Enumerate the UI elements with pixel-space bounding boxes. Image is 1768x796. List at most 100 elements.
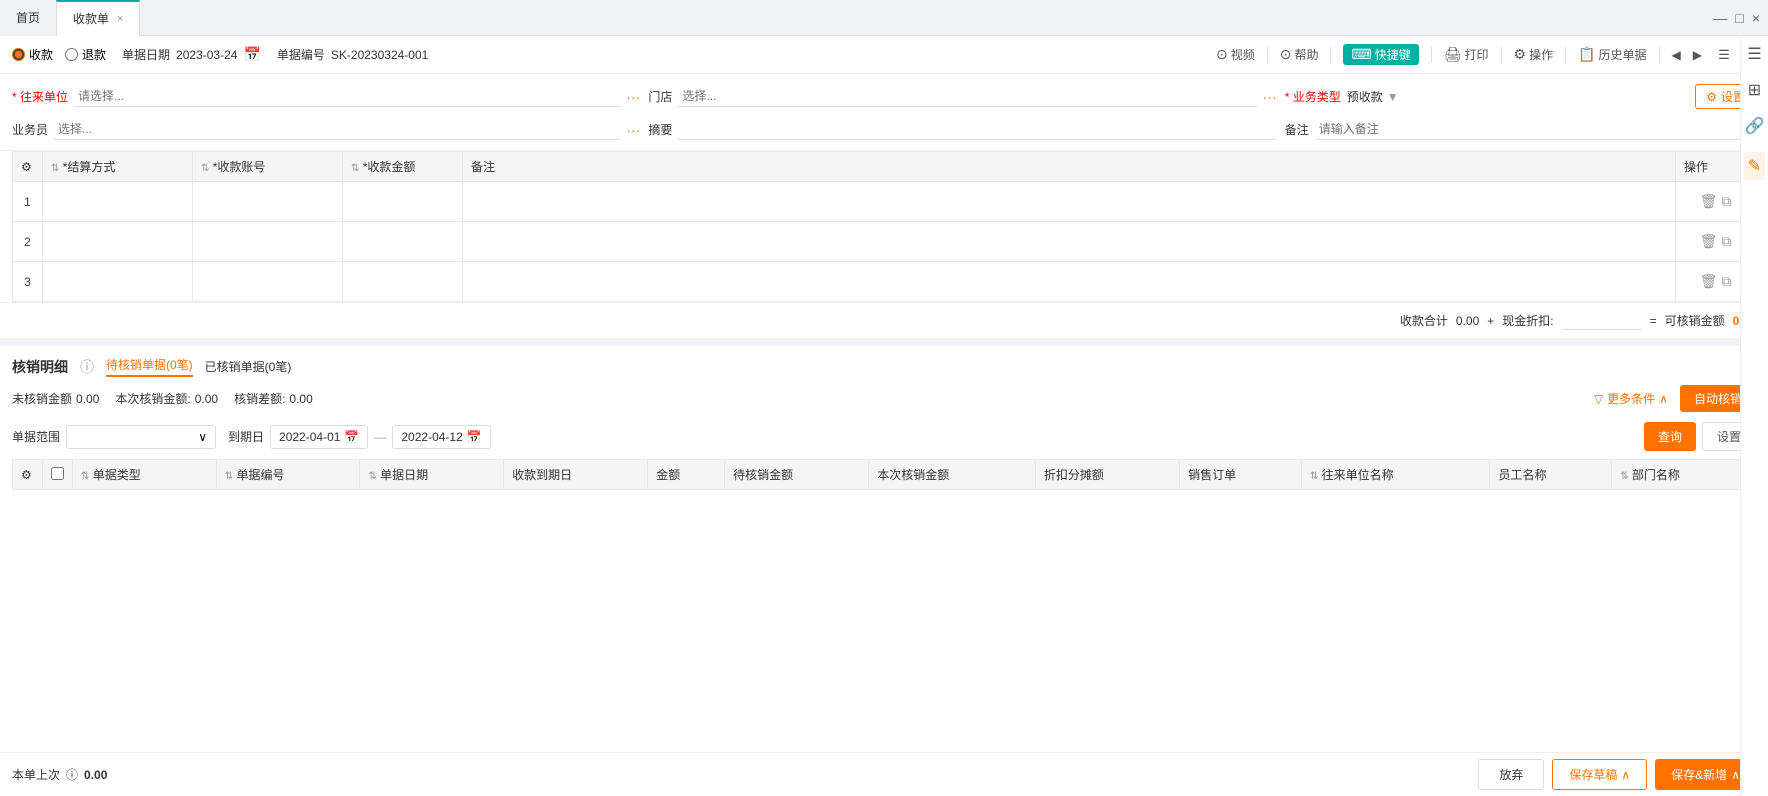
counterpart-label: * 往来单位 <box>12 88 68 105</box>
row-num-2: 2 <box>13 222 43 262</box>
right-panel-icon-3[interactable]: 🔗 <box>1745 116 1765 136</box>
right-panel-icon-2[interactable]: ⊞ <box>1748 80 1761 100</box>
next-doc-btn[interactable]: ▶ <box>1693 48 1702 62</box>
row-2-delete-icon[interactable]: 🗑 <box>1700 233 1718 250</box>
col-settings-header[interactable]: ⚙ <box>13 152 43 182</box>
row-1-delete-icon[interactable]: 🗑 <box>1700 193 1718 210</box>
history-btn[interactable]: 📋 历史单据 <box>1578 46 1646 63</box>
section-divider <box>0 338 1768 346</box>
right-panel-icon-1[interactable]: ☰ <box>1747 44 1761 64</box>
col-this-cancel-amount: 本次核销金额 <box>869 460 1036 490</box>
doc-date-value: 2023-03-24 <box>176 48 237 62</box>
prev-doc-icon: ◀ <box>1672 48 1681 62</box>
row-num-3: 3 <box>13 262 43 302</box>
biz-type-val: 预收款 <box>1347 88 1383 105</box>
uncanceled-label: 未核销金额 <box>12 390 72 407</box>
hexiao-table: ⚙ ⇅ 单据类型 ⇅ 单据编号 ⇅ 单据日期 <box>12 459 1756 490</box>
table-settings-icon[interactable]: ⚙ <box>21 160 32 174</box>
win-minimize-icon[interactable]: — <box>1713 10 1727 26</box>
col-due-date: 收款到期日 <box>504 460 648 490</box>
abstract-input[interactable] <box>678 119 1276 140</box>
calendar-from-icon: 📅 <box>344 430 359 444</box>
col-checkbox-header[interactable] <box>43 460 73 490</box>
row-2-account[interactable] <box>193 222 343 262</box>
col-settings-header-2[interactable]: ⚙ <box>13 460 43 490</box>
row-3-amount[interactable] <box>343 262 463 302</box>
range-select[interactable]: ∨ <box>66 425 216 449</box>
tab-bar: 首页 收款单 × — □ × <box>0 0 1768 36</box>
row-1-copy-icon[interactable]: ⧉ <box>1721 193 1731 210</box>
row-2-amount[interactable] <box>343 222 463 262</box>
col-doc-date: ⇅ 单据日期 <box>360 460 504 490</box>
help-btn[interactable]: ⊙ 帮助 <box>1280 46 1319 63</box>
gear-icon: ⚙ <box>1706 90 1717 104</box>
pending-tab[interactable]: 待核销单据(0笔) <box>106 356 193 377</box>
row-1-account[interactable] <box>193 182 343 222</box>
print-label: 打印 <box>1464 46 1488 63</box>
calendar-icon[interactable]: 📅 <box>243 46 260 63</box>
date-to-val: 2022-04-12 <box>401 430 462 444</box>
date-from-picker[interactable]: 2022-04-01 📅 <box>270 425 368 449</box>
row-1-amount[interactable] <box>343 182 463 222</box>
row-3-payment[interactable] <box>43 262 193 302</box>
row-3-delete-icon[interactable]: 🗑 <box>1700 273 1718 290</box>
refund-label: 退款 <box>82 46 106 63</box>
store-input[interactable] <box>678 86 1256 107</box>
uncanceled-val: 0.00 <box>76 392 99 406</box>
save-draft-button[interactable]: 保存草稿 ∧ <box>1552 759 1647 790</box>
row-2-copy-icon[interactable]: ⧉ <box>1721 233 1731 250</box>
query-button[interactable]: 查询 <box>1644 422 1696 451</box>
receipt-radio[interactable]: 收款 <box>12 46 53 63</box>
footer-prev-label: 本单上次 <box>12 766 60 783</box>
right-panel-icon-4[interactable]: ✎ <box>1744 152 1765 180</box>
biz-type-select[interactable]: 预收款 ▼ <box>1347 88 1689 105</box>
top-toolbar: 收款 退款 单据日期 2023-03-24 📅 单据编号 SK-20230324… <box>0 36 1768 74</box>
prev-doc-btn[interactable]: ◀ <box>1672 48 1681 62</box>
list-layout-icon[interactable]: ☰ <box>1714 45 1734 65</box>
abandon-button[interactable]: 放弃 <box>1478 759 1544 790</box>
win-close-icon[interactable]: × <box>1752 10 1760 26</box>
video-btn[interactable]: ⊙ 视频 <box>1216 46 1255 63</box>
form-row-2: 业务员 ··· 摘要 备注 <box>12 119 1756 140</box>
hexiao-info-icon[interactable]: ⓘ <box>80 357 94 377</box>
col-doc-type: ⇅ 单据类型 <box>73 460 217 490</box>
summary-row: 收款合计 0.00 + 现金折扣: = 可核销金额 0.00 <box>0 302 1768 338</box>
ops-btn[interactable]: ⚙ 操作 <box>1514 46 1554 63</box>
discount-label: 现金折扣: <box>1502 312 1553 329</box>
win-maximize-icon[interactable]: □ <box>1735 10 1743 26</box>
col-pending-amount: 待核销金额 <box>725 460 869 490</box>
counterpart-more-icon[interactable]: ··· <box>626 89 640 105</box>
refund-radio[interactable]: 退款 <box>65 46 106 63</box>
col-sales-order: 销售订单 <box>1180 460 1302 490</box>
row-3-copy-icon[interactable]: ⧉ <box>1721 273 1731 290</box>
row-3-remark[interactable] <box>463 262 1676 302</box>
salesperson-input[interactable] <box>54 119 620 140</box>
counterpart-input[interactable] <box>74 86 620 107</box>
save-draft-label: 保存草稿 <box>1569 766 1617 783</box>
receipt-table-section: ⚙ ⇅ *结算方式 ⇅ *收款账号 ⇅ *收款金额 备注 <box>0 151 1768 302</box>
table2-settings-icon[interactable]: ⚙ <box>21 468 32 482</box>
date-to-picker[interactable]: 2022-04-12 📅 <box>392 425 490 449</box>
row-2-payment[interactable] <box>43 222 193 262</box>
abstract-field: 摘要 <box>648 119 1276 140</box>
tab-receipt[interactable]: 收款单 × <box>56 0 140 36</box>
discount-input[interactable] <box>1562 311 1642 330</box>
remark-input[interactable] <box>1315 119 1756 140</box>
row-2-remark[interactable] <box>463 222 1676 262</box>
done-tab[interactable]: 已核销单据(0笔) <box>205 358 292 375</box>
row-1-remark[interactable] <box>463 182 1676 222</box>
select-all-checkbox[interactable] <box>51 467 64 480</box>
store-more-icon[interactable]: ··· <box>1263 89 1277 105</box>
tab-close-icon[interactable]: × <box>117 13 123 25</box>
hexiao-section: 核销明细 ⓘ 待核销单据(0笔) 已核销单据(0笔) 未核销金额 0.00 本次… <box>0 346 1768 500</box>
more-conditions-btn[interactable]: ▽ 更多条件 ∧ <box>1594 390 1668 407</box>
print-btn[interactable]: 🖨 打印 <box>1444 46 1489 63</box>
footer-prev-val: 0.00 <box>84 768 107 782</box>
range-label: 单据范围 <box>12 428 60 445</box>
salesperson-more-icon[interactable]: ··· <box>626 122 640 138</box>
tab-home[interactable]: 首页 <box>0 0 56 36</box>
row-3-account[interactable] <box>193 262 343 302</box>
shortcut-btn[interactable]: ⌨ 快捷键 <box>1343 44 1418 65</box>
row-1-payment[interactable] <box>43 182 193 222</box>
footer-buttons: 放弃 保存草稿 ∧ 保存&新增 ∧ <box>1478 759 1756 790</box>
